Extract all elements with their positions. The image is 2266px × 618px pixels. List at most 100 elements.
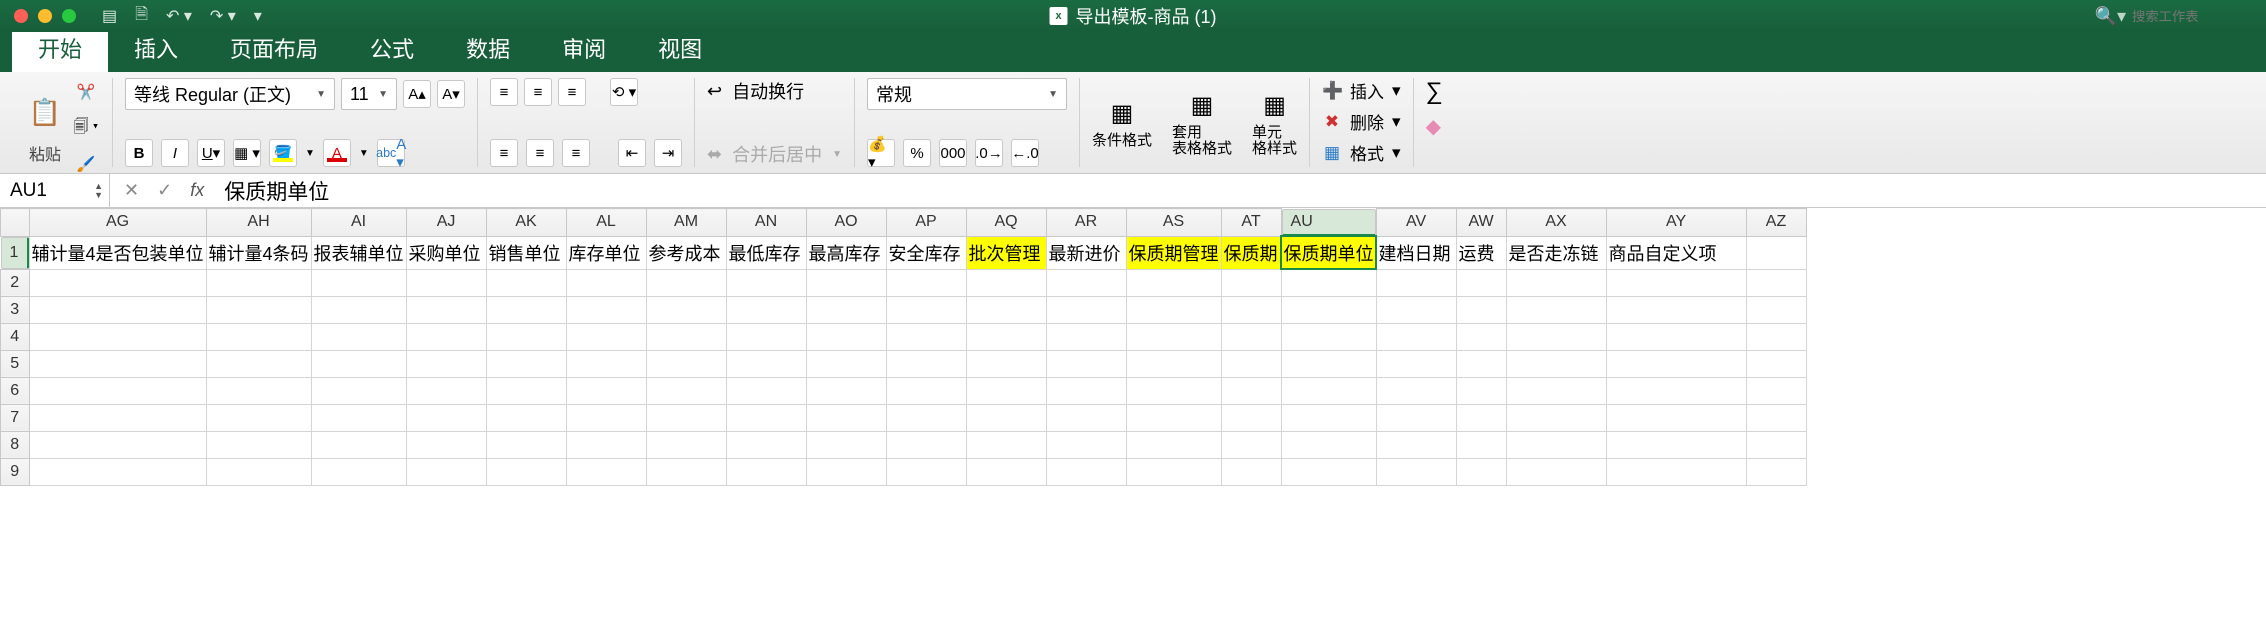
row-header[interactable]: 4 bbox=[1, 323, 30, 350]
cell[interactable] bbox=[1126, 458, 1221, 485]
cell[interactable] bbox=[406, 377, 486, 404]
cell[interactable] bbox=[486, 404, 566, 431]
cell[interactable]: 采购单位 bbox=[406, 236, 486, 269]
increase-decimal-icon[interactable]: .0→ bbox=[975, 139, 1003, 167]
cell[interactable] bbox=[1281, 269, 1376, 296]
cell[interactable] bbox=[726, 350, 806, 377]
cell[interactable] bbox=[1746, 236, 1806, 269]
cell[interactable] bbox=[311, 350, 406, 377]
column-header[interactable]: AH bbox=[206, 209, 311, 237]
cell[interactable] bbox=[1746, 269, 1806, 296]
column-header[interactable]: AT bbox=[1221, 209, 1281, 237]
cell[interactable] bbox=[1046, 323, 1126, 350]
cell[interactable] bbox=[1456, 296, 1506, 323]
cell[interactable]: 是否走冻链 bbox=[1506, 236, 1606, 269]
cell[interactable]: 最低库存 bbox=[726, 236, 806, 269]
cell[interactable]: 辅计量4是否包装单位 bbox=[29, 236, 206, 269]
cell[interactable] bbox=[806, 350, 886, 377]
cell[interactable] bbox=[1221, 458, 1281, 485]
cell[interactable] bbox=[806, 404, 886, 431]
cell[interactable] bbox=[726, 458, 806, 485]
cell[interactable] bbox=[1376, 404, 1456, 431]
cell[interactable] bbox=[1746, 458, 1806, 485]
autosum-icon[interactable]: ∑ bbox=[1426, 78, 1443, 106]
redo-icon[interactable]: ↷ ▾ bbox=[210, 6, 236, 26]
cell[interactable] bbox=[1606, 350, 1746, 377]
merge-label[interactable]: 合并后居中 bbox=[732, 141, 822, 167]
cell[interactable] bbox=[29, 377, 206, 404]
cut-icon[interactable]: ✂️ bbox=[72, 78, 100, 106]
column-header[interactable]: AO bbox=[806, 209, 886, 237]
cell[interactable] bbox=[806, 323, 886, 350]
cell[interactable] bbox=[1221, 269, 1281, 296]
cell[interactable] bbox=[406, 323, 486, 350]
cell[interactable] bbox=[966, 431, 1046, 458]
cell[interactable] bbox=[1606, 458, 1746, 485]
wrap-text-label[interactable]: 自动换行 bbox=[732, 78, 804, 104]
bold-button[interactable]: B bbox=[125, 139, 153, 167]
cell[interactable] bbox=[1376, 431, 1456, 458]
cell[interactable]: 库存单位 bbox=[566, 236, 646, 269]
cell[interactable] bbox=[1506, 296, 1606, 323]
cell[interactable] bbox=[646, 269, 726, 296]
cell[interactable] bbox=[806, 431, 886, 458]
column-header[interactable]: AZ bbox=[1746, 209, 1806, 237]
cell[interactable] bbox=[311, 431, 406, 458]
cell[interactable] bbox=[726, 377, 806, 404]
orientation-icon[interactable]: ⟲ ▾ bbox=[610, 78, 638, 106]
decrease-indent-icon[interactable]: ⇤ bbox=[618, 139, 646, 167]
cell[interactable] bbox=[29, 458, 206, 485]
cell[interactable]: 保质期 bbox=[1221, 236, 1281, 269]
cell[interactable] bbox=[29, 296, 206, 323]
cell[interactable] bbox=[726, 431, 806, 458]
cell[interactable]: 销售单位 bbox=[486, 236, 566, 269]
border-button[interactable]: ▦ ▾ bbox=[233, 139, 261, 167]
cell[interactable] bbox=[206, 350, 311, 377]
cell[interactable] bbox=[966, 404, 1046, 431]
cell[interactable] bbox=[486, 377, 566, 404]
column-header[interactable]: AU bbox=[1282, 209, 1376, 236]
qat-customize-icon[interactable]: ▾ bbox=[254, 6, 262, 26]
confirm-formula-icon[interactable]: ✓ bbox=[157, 180, 172, 201]
cell[interactable] bbox=[646, 377, 726, 404]
cell[interactable] bbox=[966, 458, 1046, 485]
cell[interactable]: 批次管理 bbox=[966, 236, 1046, 269]
save-as-icon[interactable]: 🗎 bbox=[135, 3, 148, 30]
cell[interactable]: 建档日期 bbox=[1376, 236, 1456, 269]
cell[interactable] bbox=[486, 296, 566, 323]
cell[interactable] bbox=[566, 404, 646, 431]
number-format-select[interactable]: 常规▼ bbox=[867, 78, 1067, 110]
cell[interactable] bbox=[1126, 404, 1221, 431]
cell[interactable] bbox=[1046, 377, 1126, 404]
cell[interactable] bbox=[1506, 323, 1606, 350]
fx-icon[interactable]: fx bbox=[190, 180, 204, 201]
delete-cells-button[interactable]: ✖删除 ▾ bbox=[1322, 109, 1401, 134]
cell[interactable] bbox=[1221, 404, 1281, 431]
cell[interactable] bbox=[886, 350, 966, 377]
column-header[interactable]: AQ bbox=[966, 209, 1046, 237]
decrease-font-icon[interactable]: A▾ bbox=[437, 80, 465, 108]
cell[interactable] bbox=[1046, 431, 1126, 458]
save-icon[interactable]: ▤ bbox=[102, 6, 117, 26]
cell[interactable] bbox=[1456, 431, 1506, 458]
cell[interactable] bbox=[311, 269, 406, 296]
cell[interactable] bbox=[1506, 404, 1606, 431]
paste-icon[interactable]: 📋 bbox=[24, 91, 66, 133]
maximize-window-button[interactable] bbox=[62, 9, 76, 23]
cell[interactable] bbox=[1746, 431, 1806, 458]
cell[interactable] bbox=[29, 323, 206, 350]
cell[interactable] bbox=[406, 350, 486, 377]
cell[interactable] bbox=[1746, 296, 1806, 323]
cell[interactable] bbox=[566, 350, 646, 377]
decrease-decimal-icon[interactable]: ←.0 bbox=[1011, 139, 1039, 167]
namebox-down-icon[interactable]: ▼ bbox=[94, 191, 103, 200]
cell[interactable] bbox=[1126, 296, 1221, 323]
cell[interactable] bbox=[1046, 350, 1126, 377]
cell[interactable] bbox=[1456, 377, 1506, 404]
cell[interactable] bbox=[311, 377, 406, 404]
cell[interactable] bbox=[1456, 404, 1506, 431]
cell[interactable] bbox=[726, 296, 806, 323]
cell[interactable] bbox=[1126, 269, 1221, 296]
cell[interactable] bbox=[1746, 323, 1806, 350]
cell[interactable]: 最高库存 bbox=[806, 236, 886, 269]
